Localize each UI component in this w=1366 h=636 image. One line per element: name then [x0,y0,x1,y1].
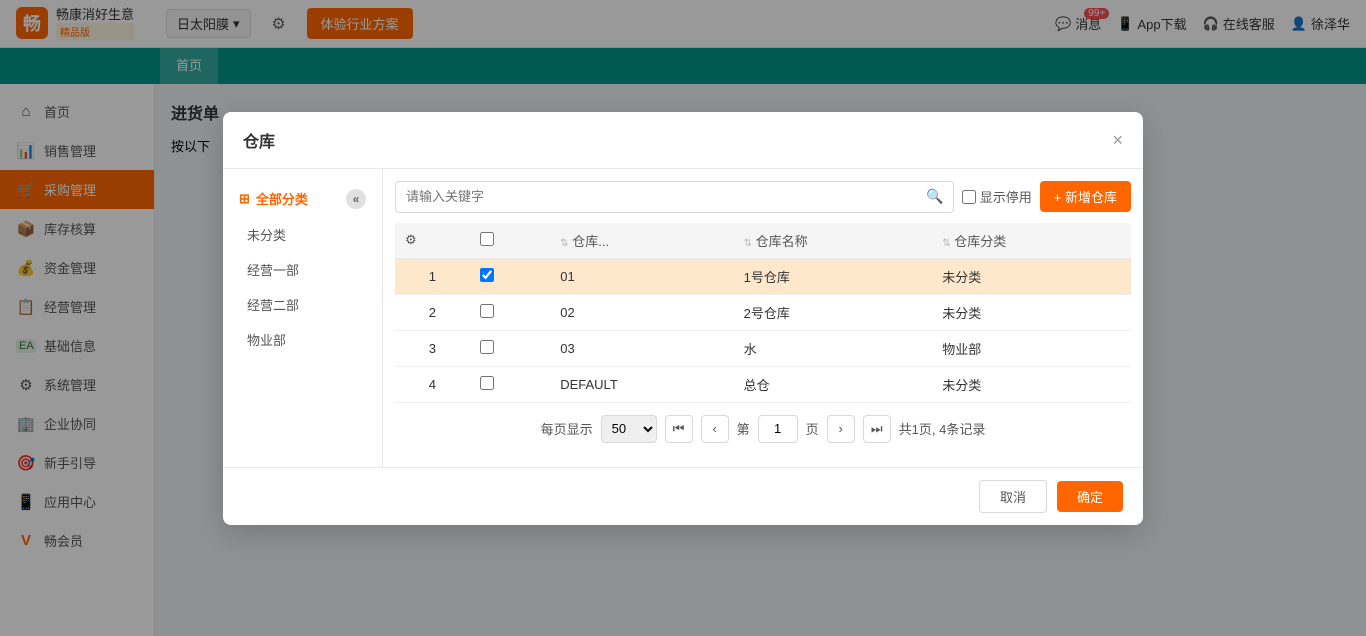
row-checkbox-cell [470,258,550,294]
search-icon: 🔍 [926,188,943,205]
table-panel: 🔍 显示停用 + 新增仓库 ⚙ ⇅ [383,169,1143,467]
per-page-select[interactable]: 50 100 200 [601,415,657,443]
row-checkbox[interactable] [480,340,494,354]
col-name: ⇅ 仓库名称 [734,223,933,259]
all-categories-label: 全部分类 [256,189,308,208]
search-wrap: 🔍 [395,181,954,213]
category-item-property[interactable]: 物业部 [223,322,382,357]
col-category-sort-icon: ⇅ [942,238,950,249]
select-all-checkbox[interactable] [480,232,494,246]
page-summary: 共1页, 4条记录 [899,419,986,438]
category-item-uncategorized[interactable]: 未分类 [223,217,382,252]
row-code: 01 [550,258,733,294]
row-category: 未分类 [932,294,1131,330]
modal-header: 仓库 × [223,112,1143,169]
col-category: ⇅ 仓库分类 [932,223,1131,259]
row-name: 1号仓库 [734,258,933,294]
row-number: 3 [395,330,470,366]
warehouse-table: ⚙ ⇅ 仓库... ⇅ 仓库名称 ⇅ [395,223,1131,403]
row-number: 2 [395,294,470,330]
page-input[interactable] [758,415,798,443]
row-checkbox[interactable] [480,268,494,282]
cancel-button[interactable]: 取消 [979,480,1047,513]
table-row[interactable]: 3 03 水 物业部 [395,330,1131,366]
table-row[interactable]: 2 02 2号仓库 未分类 [395,294,1131,330]
add-warehouse-button[interactable]: + 新增仓库 [1040,181,1131,212]
row-code: 03 [550,330,733,366]
show-disabled-checkbox[interactable] [962,190,976,204]
category-item-ops2[interactable]: 经营二部 [223,287,382,322]
row-checkbox-cell [470,366,550,402]
row-name: 2号仓库 [734,294,933,330]
show-disabled-label[interactable]: 显示停用 [962,187,1032,206]
modal-overlay: 仓库 × ⊞ 全部分类 « 未分类 经营一部 经营二部 物业部 [0,0,1366,636]
modal-body: ⊞ 全部分类 « 未分类 经营一部 经营二部 物业部 🔍 [223,169,1143,467]
row-checkbox[interactable] [480,376,494,390]
table-toolbar: 🔍 显示停用 + 新增仓库 [395,181,1131,213]
category-item-ops1[interactable]: 经营一部 [223,252,382,287]
page-suffix: 页 [806,419,819,438]
category-panel: ⊞ 全部分类 « 未分类 经营一部 经营二部 物业部 [223,169,383,467]
table-row[interactable]: 4 DEFAULT 总仓 未分类 [395,366,1131,402]
warehouse-modal: 仓库 × ⊞ 全部分类 « 未分类 经营一部 经营二部 物业部 [223,112,1143,525]
col-settings: ⚙ [395,223,470,259]
per-page-label: 每页显示 [541,419,593,438]
next-page-button[interactable]: › [827,415,855,443]
search-input[interactable] [395,181,954,213]
row-checkbox-cell [470,330,550,366]
prev-page-button[interactable]: ‹ [701,415,729,443]
row-number: 1 [395,258,470,294]
row-category: 未分类 [932,258,1131,294]
modal-title: 仓库 [243,128,275,152]
col-checkbox [470,223,550,259]
col-code-sort-icon: ⇅ [560,238,568,249]
grid-icon: ⊞ [239,191,250,207]
table-row[interactable]: 1 01 1号仓库 未分类 [395,258,1131,294]
row-name: 水 [734,330,933,366]
collapse-button[interactable]: « [346,189,366,209]
row-checkbox[interactable] [480,304,494,318]
settings-col-icon: ⚙ [405,232,417,247]
row-code: DEFAULT [550,366,733,402]
row-code: 02 [550,294,733,330]
modal-close-button[interactable]: × [1112,131,1123,149]
pagination: 每页显示 50 100 200 ⏮ ‹ 第 页 › ⏭ 共1页, 4条记录 [395,403,1131,455]
all-categories-item[interactable]: ⊞ 全部分类 « [223,181,382,217]
row-category: 未分类 [932,366,1131,402]
page-label: 第 [737,419,750,438]
row-name: 总仓 [734,366,933,402]
last-page-button[interactable]: ⏭ [863,415,891,443]
first-page-button[interactable]: ⏮ [665,415,693,443]
col-code: ⇅ 仓库... [550,223,733,259]
row-number: 4 [395,366,470,402]
confirm-button[interactable]: 确定 [1057,481,1123,512]
row-category: 物业部 [932,330,1131,366]
modal-footer: 取消 确定 [223,467,1143,525]
col-name-sort-icon: ⇅ [744,238,752,249]
row-checkbox-cell [470,294,550,330]
